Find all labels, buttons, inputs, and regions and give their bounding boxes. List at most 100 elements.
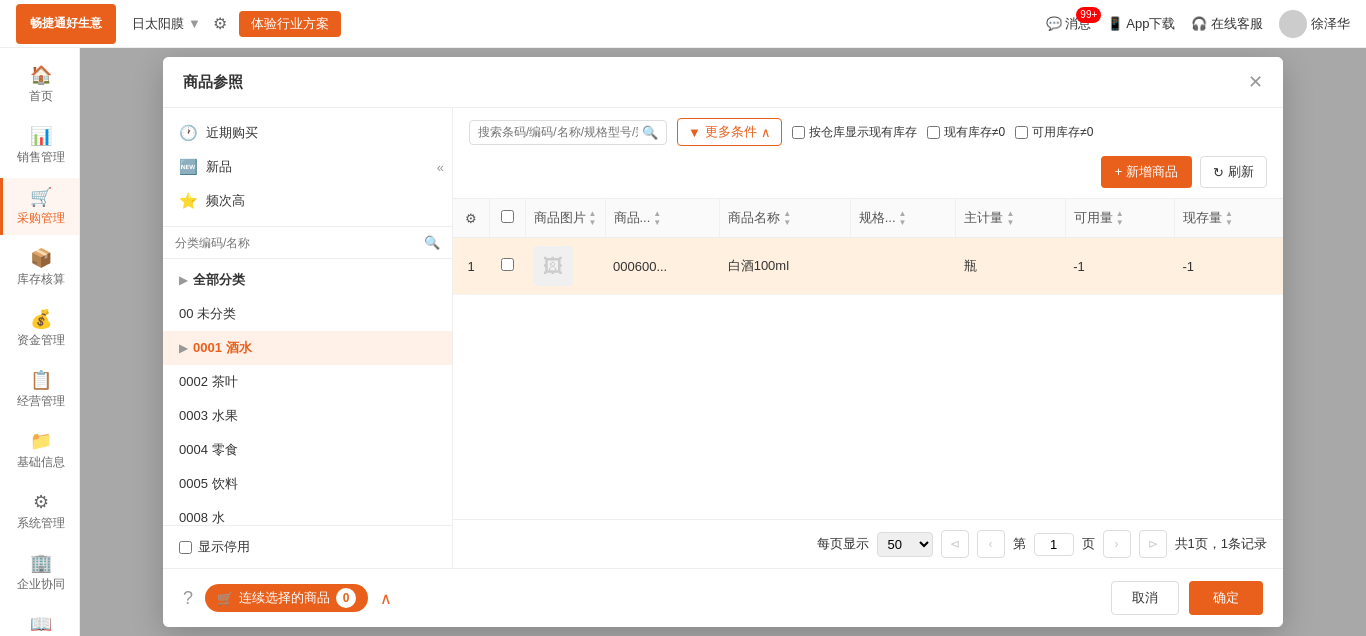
td-image: 🖼: [525, 238, 605, 295]
sidebar-label-basic: 基础信息: [17, 454, 65, 471]
settings-icon[interactable]: ⚙: [213, 14, 227, 33]
warehouse-stock-checkbox[interactable]: [792, 126, 805, 139]
category-uncategorized-label: 00 未分类: [179, 305, 236, 323]
continuous-select-button[interactable]: 🛒 连续选择的商品 0: [205, 584, 368, 612]
first-page-button[interactable]: ⊲: [941, 530, 969, 558]
sidebar-item-operation[interactable]: 📋 经营管理: [0, 361, 79, 418]
table-row[interactable]: 1 🖼: [453, 238, 1283, 295]
category-0004[interactable]: 0004 零食: [163, 433, 452, 467]
category-all[interactable]: ▶ 全部分类: [163, 263, 452, 297]
sidebar-label-inventory: 库存核算: [17, 271, 65, 288]
td-checkbox[interactable]: [489, 238, 525, 295]
store-selector[interactable]: 日太阳膜 ▼: [132, 15, 201, 33]
warehouse-stock-filter[interactable]: 按仓库显示现有库存: [792, 124, 917, 141]
product-search-icon[interactable]: 🔍: [642, 125, 658, 140]
available-stock-label: 现有库存≠0: [944, 124, 1005, 141]
product-search-input[interactable]: [478, 125, 638, 139]
next-page-button[interactable]: ›: [1103, 530, 1131, 558]
messages-icon: 💬: [1046, 16, 1062, 31]
high-freq-item[interactable]: ⭐ 频次高: [163, 184, 429, 218]
sidebar-item-purchase[interactable]: 🛒 采购管理: [0, 178, 79, 235]
show-disabled-checkbox[interactable]: [179, 541, 192, 554]
cancel-button[interactable]: 取消: [1111, 581, 1179, 615]
trial-button[interactable]: 体验行业方案: [239, 11, 341, 37]
sidebar-item-finance[interactable]: 💰 资金管理: [0, 300, 79, 357]
page-suffix: 页: [1082, 535, 1095, 553]
usable-stock-checkbox[interactable]: [1015, 126, 1028, 139]
username-label: 徐泽华: [1311, 15, 1350, 33]
page-number-input[interactable]: [1034, 533, 1074, 556]
help-icon[interactable]: ?: [183, 588, 193, 609]
usable-stock-filter[interactable]: 可用库存≠0: [1015, 124, 1093, 141]
sidebar-item-system[interactable]: ⚙ 系统管理: [0, 483, 79, 540]
category-0001[interactable]: ▶ 0001 酒水: [163, 331, 452, 365]
last-page-button[interactable]: ⊳: [1139, 530, 1167, 558]
available-stock-filter[interactable]: 现有库存≠0: [927, 124, 1005, 141]
th-name: 商品名称 ▲▼: [720, 199, 851, 238]
category-0002[interactable]: 0002 茶叶: [163, 365, 452, 399]
category-0005-label: 0005 饮料: [179, 475, 238, 493]
recent-purchase-label: 近期购买: [206, 124, 258, 142]
online-service-button[interactable]: 🎧 在线客服: [1191, 15, 1263, 33]
category-0008[interactable]: 0008 水: [163, 501, 452, 525]
select-all-checkbox[interactable]: [501, 210, 514, 223]
confirm-button[interactable]: 确定: [1189, 581, 1263, 615]
modal-body: 🕐 近期购买 🆕 新品 ⭐ 频次高: [163, 108, 1283, 568]
category-0003[interactable]: 0003 水果: [163, 399, 452, 433]
recent-purchase-item[interactable]: 🕐 近期购买: [163, 116, 429, 150]
available-stock-checkbox[interactable]: [927, 126, 940, 139]
finance-icon: 💰: [30, 308, 52, 330]
new-product-item[interactable]: 🆕 新品: [163, 150, 429, 184]
app-download-button[interactable]: 📱 App下载: [1107, 15, 1175, 33]
app-download-label: App下载: [1126, 16, 1175, 31]
refresh-icon: ↻: [1213, 165, 1224, 180]
sidebar-item-basic[interactable]: 📁 基础信息: [0, 422, 79, 479]
sidebar-label-sales: 销售管理: [17, 149, 65, 166]
td-available: -1: [1065, 238, 1174, 295]
table-header-row: ⚙ 商品图片 ▲▼: [453, 199, 1283, 238]
row-checkbox[interactable]: [501, 258, 514, 271]
user-profile[interactable]: 徐泽华: [1279, 10, 1350, 38]
cart-collapse-button[interactable]: ∧: [380, 589, 392, 608]
category-search-input[interactable]: [175, 236, 418, 250]
th-settings[interactable]: ⚙: [453, 199, 489, 238]
product-reference-modal: 商品参照 ✕ 🕐 近期购买: [163, 57, 1283, 627]
collapse-left-nav[interactable]: «: [429, 156, 452, 179]
cart-count: 0: [336, 588, 356, 608]
filter-icon: ▼: [688, 125, 701, 140]
th-checkbox[interactable]: [489, 199, 525, 238]
sidebar-label-enterprise: 企业协同: [17, 576, 65, 593]
sidebar-item-guide[interactable]: 📖 新手引导: [0, 605, 79, 636]
per-page-select[interactable]: 50 10 20 100: [877, 532, 933, 557]
show-disabled-label: 显示停用: [198, 538, 250, 556]
product-table: ⚙ 商品图片 ▲▼: [453, 199, 1283, 295]
sales-icon: 📊: [30, 125, 52, 147]
footer-left: ? 🛒 连续选择的商品 0 ∧: [183, 584, 392, 612]
sidebar-item-inventory[interactable]: 📦 库存核算: [0, 239, 79, 296]
more-filter-button[interactable]: ▼ 更多条件 ∧: [677, 118, 782, 146]
close-button[interactable]: ✕: [1248, 71, 1263, 93]
category-0008-label: 0008 水: [179, 509, 225, 525]
td-row-num: 1: [453, 238, 489, 295]
sidebar-label-purchase: 采购管理: [17, 210, 65, 227]
online-service-label: 在线客服: [1211, 16, 1263, 31]
modal-overlay: 商品参照 ✕ 🕐 近期购买: [80, 48, 1366, 636]
sidebar-item-enterprise[interactable]: 🏢 企业协同: [0, 544, 79, 601]
category-uncategorized[interactable]: 00 未分类: [163, 297, 452, 331]
sidebar-label-home: 首页: [29, 88, 53, 105]
sidebar-item-sales[interactable]: 📊 销售管理: [0, 117, 79, 174]
prev-page-button[interactable]: ‹: [977, 530, 1005, 558]
headset-icon: 🎧: [1191, 16, 1207, 31]
td-stock: -1: [1175, 238, 1284, 295]
sidebar-item-home[interactable]: 🏠 首页: [0, 56, 79, 113]
category-search-icon[interactable]: 🔍: [424, 235, 440, 250]
refresh-label: 刷新: [1228, 163, 1254, 181]
filter-label: 更多条件: [705, 123, 757, 141]
refresh-table-button[interactable]: ↻ 刷新: [1200, 156, 1267, 188]
th-stock: 现存量 ▲▼: [1175, 199, 1284, 238]
messages-button[interactable]: 💬 99+ 消息: [1046, 15, 1092, 33]
add-product-button[interactable]: + 新增商品: [1101, 156, 1192, 188]
category-all-label: 全部分类: [193, 271, 245, 289]
store-name: 日太阳膜: [132, 15, 184, 33]
category-0005[interactable]: 0005 饮料: [163, 467, 452, 501]
